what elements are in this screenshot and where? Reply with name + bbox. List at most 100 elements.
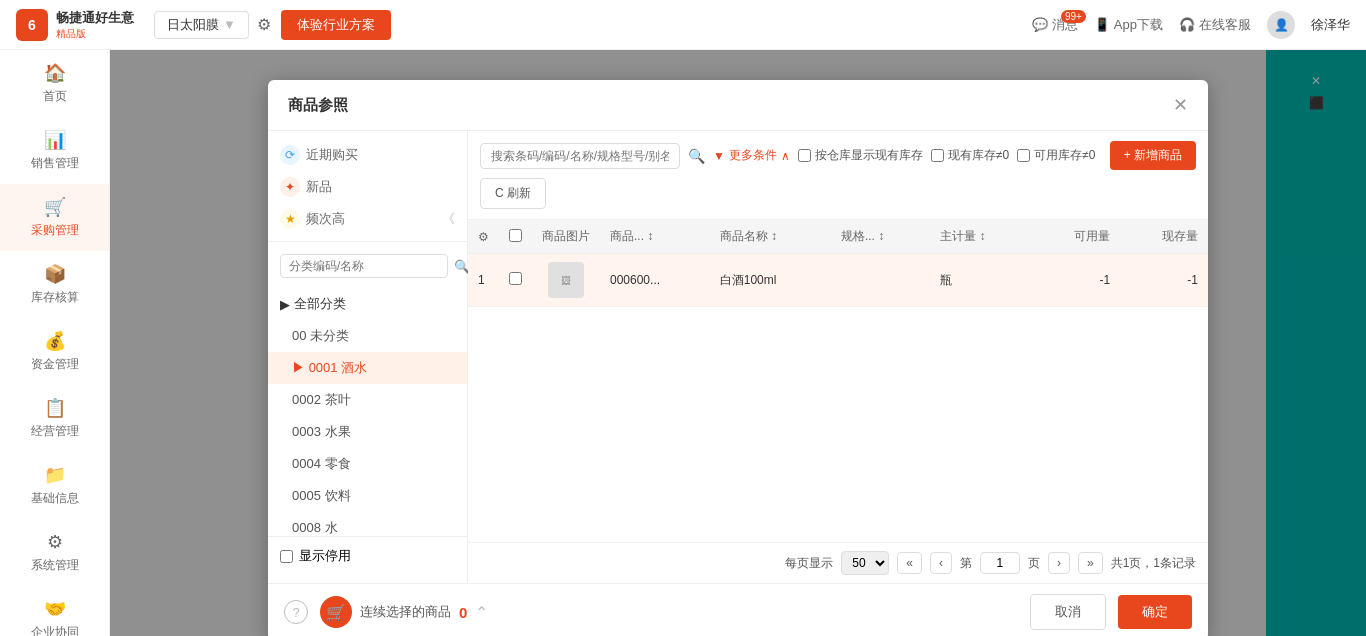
category-item-00[interactable]: 00 未分类: [268, 320, 467, 352]
sidebar-item-finance[interactable]: 💰 资金管理: [0, 318, 109, 385]
first-page-btn[interactable]: «: [897, 552, 922, 574]
basic-info-icon: 📁: [44, 464, 66, 486]
category-item-0003[interactable]: 0003 水果: [268, 416, 467, 448]
main-layout: 🏠 首页 📊 销售管理 🛒 采购管理 📦 库存核算 💰 资金管理 📋 经营管理 …: [0, 50, 1366, 636]
cart-area: 🛒 连续选择的商品 0 ⌃: [320, 596, 488, 628]
new-icon: ✦: [280, 177, 300, 197]
next-page-btn[interactable]: ›: [1048, 552, 1070, 574]
th-unit[interactable]: 主计量 ↕: [930, 220, 1032, 254]
category-item-0008[interactable]: 0008 水: [268, 512, 467, 536]
cell-num: 1: [468, 254, 499, 307]
th-code[interactable]: 商品... ↕: [600, 220, 710, 254]
sidebar-item-inventory[interactable]: 📦 库存核算: [0, 251, 109, 318]
modal-left-panel: ⟳ 近期购买 ✦ 新品 ★ 频次高 《: [268, 131, 468, 583]
th-spec[interactable]: 规格... ↕: [831, 220, 930, 254]
purchase-icon: 🛒: [44, 196, 66, 218]
quick-filter-freq[interactable]: ★ 频次高 《: [268, 203, 467, 235]
headset-icon: 🎧: [1179, 17, 1195, 32]
logo-icon: 6: [16, 9, 48, 41]
sidebar-item-system[interactable]: ⚙ 系统管理: [0, 519, 109, 586]
sidebar-item-operations[interactable]: 📋 经营管理: [0, 385, 109, 452]
gear-button[interactable]: ⚙: [257, 15, 271, 34]
refresh-btn[interactable]: C 刷新: [480, 178, 546, 209]
cell-checkbox[interactable]: [499, 254, 532, 307]
page-number-input[interactable]: [980, 552, 1020, 574]
th-checkbox[interactable]: [499, 220, 532, 254]
table-header-row: ⚙ 商品图片 商品... ↕ 商品名称 ↕ 规格... ↕ 主计量 ↕ 可用量: [468, 220, 1208, 254]
th-settings[interactable]: ⚙: [468, 220, 499, 254]
quick-filter-new[interactable]: ✦ 新品: [268, 171, 467, 203]
sidebar-item-enterprise[interactable]: 🤝 企业协同: [0, 586, 109, 636]
trial-btn[interactable]: 体验行业方案: [281, 10, 391, 40]
cart-collapse-btn[interactable]: ⌃: [475, 603, 488, 622]
category-all-header[interactable]: ▶ 全部分类: [268, 288, 467, 320]
content-area: ✕ ⬛ 商品参照 ✕ ⟳ 近期购买: [110, 50, 1366, 636]
th-available[interactable]: 可用量: [1033, 220, 1121, 254]
category-item-0005[interactable]: 0005 饮料: [268, 480, 467, 512]
top-nav: 6 畅捷通好生意 精品版 日太阳膜 ▼ ⚙ 体验行业方案 💬 消息 99+ 📱 …: [0, 0, 1366, 50]
app-download-btn[interactable]: 📱 App下载: [1094, 16, 1163, 34]
cart-icon[interactable]: 🛒: [320, 596, 352, 628]
user-avatar: 👤: [1267, 11, 1295, 39]
recent-icon: ⟳: [280, 145, 300, 165]
display-disabled-checkbox[interactable]: [280, 550, 293, 563]
search-submit-icon[interactable]: 🔍: [688, 148, 705, 164]
filter-up-icon: ∧: [781, 149, 790, 163]
th-stock[interactable]: 现存量: [1120, 220, 1208, 254]
help-btn[interactable]: ?: [284, 600, 308, 624]
freq-icon: ★: [280, 209, 300, 229]
usable-ne0-checkbox[interactable]: [1017, 149, 1030, 162]
notification-btn[interactable]: 💬 消息 99+: [1032, 16, 1078, 34]
sidebar-item-sales[interactable]: 📊 销售管理: [0, 117, 109, 184]
finance-icon: 💰: [44, 330, 66, 352]
category-list: ▶ 全部分类 00 未分类 ▶ 0001 酒水 0002 茶叶 0003 水果 …: [268, 284, 467, 536]
category-search-input[interactable]: [280, 254, 448, 278]
product-table: ⚙ 商品图片 商品... ↕ 商品名称 ↕ 规格... ↕ 主计量 ↕ 可用量: [468, 220, 1208, 307]
home-icon: 🏠: [44, 62, 66, 84]
category-item-0004[interactable]: 0004 零食: [268, 448, 467, 480]
select-all-checkbox[interactable]: [509, 229, 522, 242]
enterprise-icon: 🤝: [44, 598, 66, 620]
product-table-wrap: ⚙ 商品图片 商品... ↕ 商品名称 ↕ 规格... ↕ 主计量 ↕ 可用量: [468, 220, 1208, 542]
cell-stock: -1: [1120, 254, 1208, 307]
more-filter-btn[interactable]: ▼ 更多条件 ∧: [713, 147, 790, 164]
cell-available: -1: [1033, 254, 1121, 307]
category-item-0002[interactable]: 0002 茶叶: [268, 384, 467, 416]
username[interactable]: 徐泽华: [1311, 16, 1350, 34]
warehouse-filter-checkbox[interactable]: [798, 149, 811, 162]
quick-filter-recent[interactable]: ⟳ 近期购买: [268, 139, 467, 171]
pagination-summary: 共1页，1条记录: [1111, 555, 1196, 572]
table-row[interactable]: 1 🖼 000600... 白酒100ml 瓶: [468, 254, 1208, 307]
product-search-input[interactable]: [480, 143, 680, 169]
phone-icon: 📱: [1094, 17, 1110, 32]
logo-area: 6 畅捷通好生意 精品版: [16, 9, 134, 41]
cell-image: 🖼: [532, 254, 600, 307]
nav-dropdown[interactable]: 日太阳膜 ▼: [154, 11, 249, 39]
sidebar-item-purchase[interactable]: 🛒 采购管理: [0, 184, 109, 251]
per-page-select[interactable]: 50: [841, 551, 889, 575]
cancel-btn[interactable]: 取消: [1030, 594, 1106, 630]
stock-ne0-checkbox[interactable]: [931, 149, 944, 162]
online-service-btn[interactable]: 🎧 在线客服: [1179, 16, 1251, 34]
sidebar-item-home[interactable]: 🏠 首页: [0, 50, 109, 117]
prev-page-btn[interactable]: ‹: [930, 552, 952, 574]
warehouse-filter-label[interactable]: 按仓库显示现有库存: [798, 147, 923, 164]
last-page-btn[interactable]: »: [1078, 552, 1103, 574]
divider: [268, 241, 467, 242]
row-checkbox[interactable]: [509, 272, 522, 285]
stock-ne0-filter-label[interactable]: 现有库存≠0: [931, 147, 1009, 164]
product-modal: 商品参照 ✕ ⟳ 近期购买 ✦ 新品: [268, 80, 1208, 636]
add-product-btn[interactable]: + 新增商品: [1110, 141, 1196, 170]
sidebar-item-basic-info[interactable]: 📁 基础信息: [0, 452, 109, 519]
left-panel-collapse-btn[interactable]: 《: [442, 210, 455, 228]
cell-unit: 瓶: [930, 254, 1032, 307]
modal-header: 商品参照 ✕: [268, 80, 1208, 131]
confirm-btn[interactable]: 确定: [1118, 595, 1192, 629]
category-item-0001[interactable]: ▶ 0001 酒水: [268, 352, 467, 384]
usable-ne0-filter-label[interactable]: 可用库存≠0: [1017, 147, 1095, 164]
cell-spec: [831, 254, 930, 307]
inventory-icon: 📦: [44, 263, 66, 285]
modal-close-btn[interactable]: ✕: [1173, 94, 1188, 116]
filter-icon: ▼: [713, 149, 725, 163]
th-name[interactable]: 商品名称 ↕: [710, 220, 831, 254]
